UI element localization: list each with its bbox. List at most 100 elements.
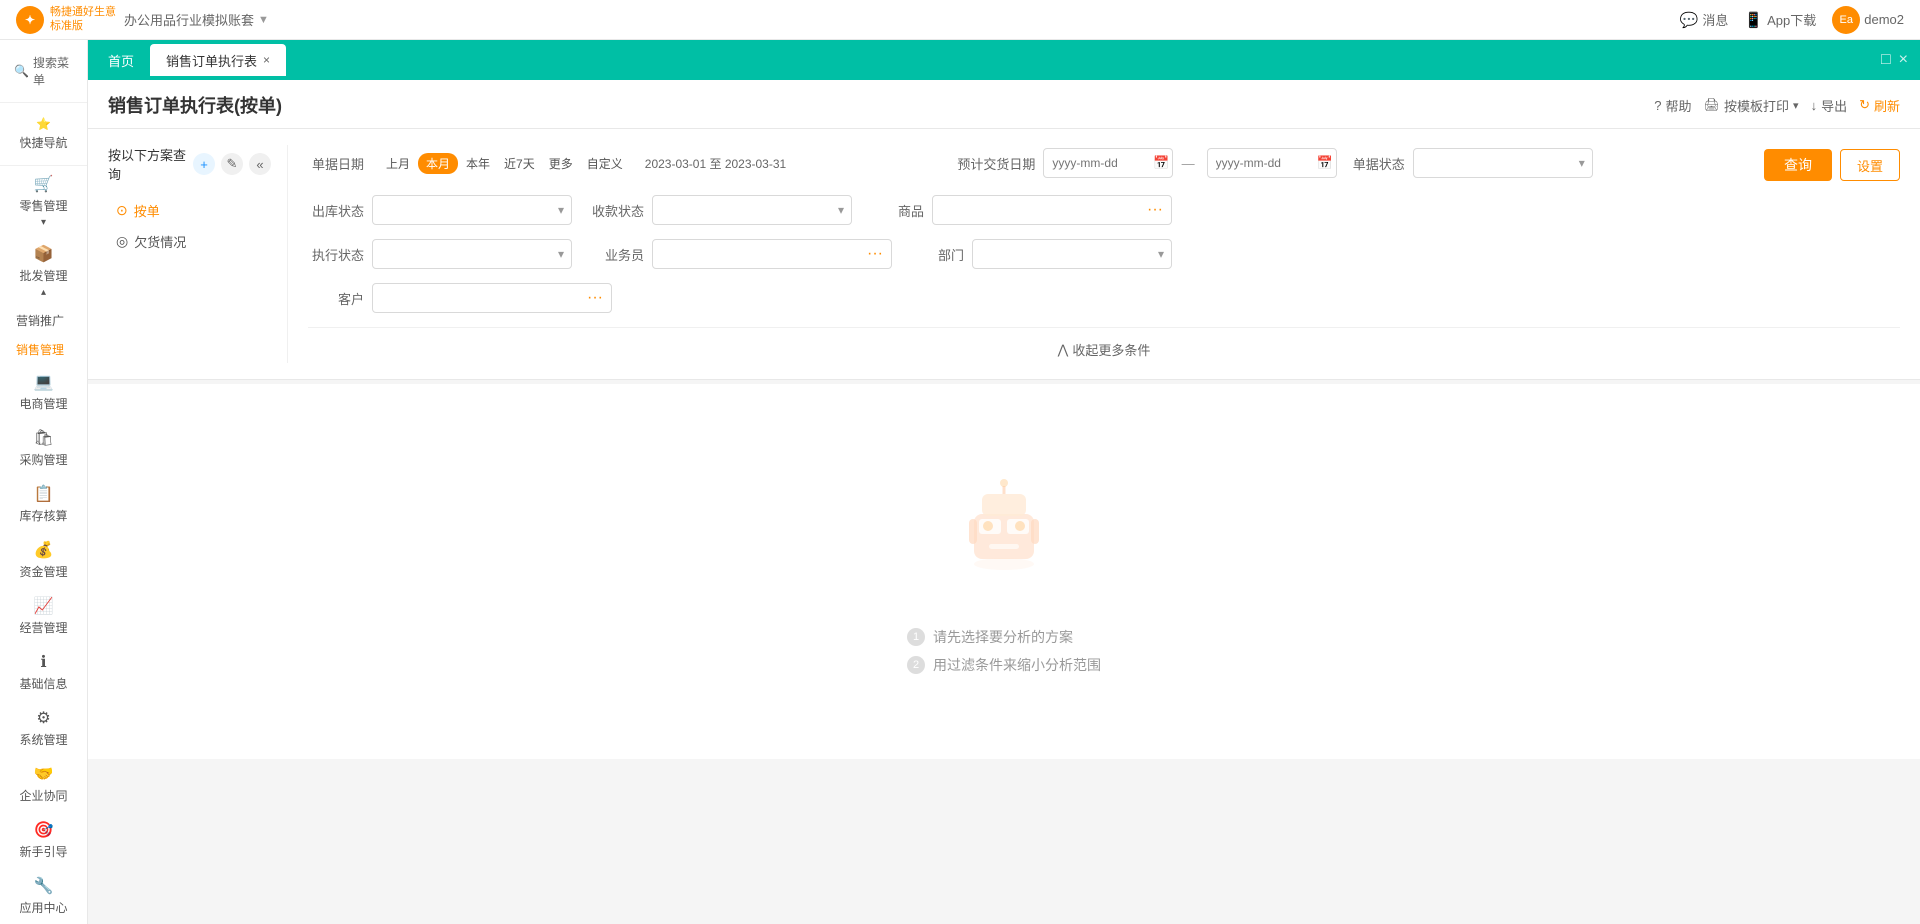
- export-btn[interactable]: ↓ 导出: [1811, 96, 1848, 115]
- sidebar-item-operations[interactable]: 📈 经营管理: [0, 588, 87, 644]
- add-scheme-btn[interactable]: +: [193, 153, 215, 175]
- sidebar-item-basic-info[interactable]: ℹ 基础信息: [0, 644, 87, 700]
- chevron-up-icon: ▴: [41, 287, 46, 298]
- exec-status-label: 执行状态: [308, 245, 364, 264]
- sidebar-item-marketing[interactable]: 营销推广: [0, 306, 87, 335]
- app-title-arrow[interactable]: ▼: [258, 14, 269, 26]
- empty-step-1: 1 请先选择要分析的方案: [907, 623, 1101, 651]
- inventory-icon: 📋: [34, 484, 54, 504]
- forecast-date-start[interactable]: [1043, 148, 1173, 178]
- search-icon: 🔍: [14, 64, 29, 78]
- quick-nav-btn[interactable]: ⭐ 快捷导航: [0, 109, 87, 159]
- forecast-date-field: 预计交货日期 📅 — 📅: [957, 148, 1332, 178]
- order-status-field: 单据状态 全部 ▾: [1349, 148, 1593, 178]
- edit-icon: ✎: [227, 156, 238, 172]
- print-btn[interactable]: 🖨 按模板打印 ▾: [1704, 96, 1799, 115]
- tab-home[interactable]: 首页: [92, 44, 150, 76]
- filter-row-1: 单据日期 上月 本月 本年 近7天 更多 自定义: [308, 145, 1900, 181]
- date-tab-more[interactable]: 更多: [543, 153, 579, 174]
- nav-items-list: 🛒 零售管理 ▾ 📦 批发管理 ▴ 营销推广 销售管理 💻 电商管理 🛍 采: [0, 166, 87, 924]
- add-icon: +: [200, 157, 208, 172]
- scheme-panel: 按以下方案查询 + ✎ «: [108, 145, 288, 363]
- sidebar-item-corp-collab[interactable]: 🤝 企业协同: [0, 756, 87, 812]
- ship-status-label: 出库状态: [308, 201, 364, 220]
- retail-icon: 🛒: [34, 174, 54, 194]
- logo-text: 畅捷通好生意 标准版: [50, 6, 116, 32]
- order-status-label: 单据状态: [1349, 154, 1405, 173]
- chevron-up-double-icon: ⋀: [1058, 342, 1069, 358]
- date-field: 单据日期 上月 本月 本年 近7天 更多 自定义: [308, 153, 629, 174]
- sidebar-item-finance[interactable]: 💰 资金管理: [0, 532, 87, 588]
- empty-steps: 1 请先选择要分析的方案 2 用过滤条件来缩小分析范围: [907, 623, 1101, 679]
- salesman-input-box[interactable]: ···: [652, 239, 892, 269]
- forecast-date-end[interactable]: [1207, 148, 1337, 178]
- collapse-more-btn[interactable]: ⋀ 收起更多条件: [308, 336, 1900, 363]
- date-tab-custom[interactable]: 自定义: [581, 153, 629, 174]
- refresh-btn[interactable]: ↻ 刷新: [1859, 96, 1900, 115]
- date-tab-this-year[interactable]: 本年: [460, 153, 496, 174]
- page-header-actions: ? 帮助 🖨 按模板打印 ▾ ↓ 导出 ↻: [1654, 96, 1900, 115]
- date-separator: —: [1182, 156, 1195, 171]
- filter-row-4: 客户 ···: [308, 283, 1900, 313]
- user-area[interactable]: Ea demo2: [1832, 6, 1904, 34]
- goods-dots-icon: ···: [1147, 201, 1163, 219]
- date-tab-7days[interactable]: 近7天: [498, 153, 541, 174]
- sidebar-item-app-center[interactable]: 🔧 应用中心: [0, 868, 87, 924]
- goods-input-box[interactable]: ···: [932, 195, 1172, 225]
- ship-status-select[interactable]: 全部: [372, 195, 572, 225]
- goods-field: 商品 ···: [868, 195, 1172, 225]
- minimize-window-btn[interactable]: □: [1881, 51, 1891, 69]
- sidebar-item-wholesale[interactable]: 📦 批发管理 ▴: [0, 236, 87, 306]
- scheme-title: 按以下方案查询: [108, 145, 193, 183]
- date-range-display: 2023-03-01 至 2023-03-31: [645, 155, 786, 172]
- scheme-item-shortage[interactable]: ◎ 欠货情况: [108, 226, 271, 257]
- customer-dots-icon: ···: [587, 289, 603, 307]
- exec-status-select[interactable]: 全部: [372, 239, 572, 269]
- sidebar-item-sales[interactable]: 销售管理: [0, 335, 87, 364]
- message-btn[interactable]: 💬 消息: [1680, 10, 1729, 29]
- sidebar-item-retail[interactable]: 🛒 零售管理 ▾: [0, 166, 87, 236]
- customer-input-box[interactable]: ···: [372, 283, 612, 313]
- query-button[interactable]: 查询: [1764, 149, 1832, 181]
- help-btn[interactable]: ? 帮助: [1654, 96, 1691, 115]
- step-num-1: 1: [907, 628, 925, 646]
- receipt-status-select[interactable]: 全部: [652, 195, 852, 225]
- step-num-2: 2: [907, 656, 925, 674]
- tab-close-btn[interactable]: ×: [263, 53, 270, 67]
- filter-panel: 按以下方案查询 + ✎ «: [88, 129, 1920, 380]
- close-window-btn[interactable]: ×: [1899, 51, 1908, 69]
- search-menu-btn[interactable]: 🔍 搜索菜单: [8, 50, 79, 92]
- scheme-circle-icon: ⊙: [116, 202, 128, 219]
- sidebar-item-ecommerce[interactable]: 💻 电商管理: [0, 364, 87, 420]
- settings-button[interactable]: 设置: [1840, 149, 1900, 181]
- order-status-select[interactable]: 全部: [1413, 148, 1593, 178]
- collapse-scheme-btn[interactable]: «: [249, 153, 271, 175]
- sidebar-item-inventory[interactable]: 📋 库存核算: [0, 476, 87, 532]
- quick-nav-icon: ⭐: [36, 117, 51, 131]
- print-arrow-icon: ▾: [1793, 99, 1799, 112]
- salesman-dots-icon: ···: [867, 245, 883, 263]
- app-download-btn[interactable]: 📱 App下载: [1744, 10, 1816, 29]
- date-tab-this-month[interactable]: 本月: [418, 153, 458, 174]
- filter-form: 单据日期 上月 本月 本年 近7天 更多 自定义: [288, 145, 1900, 363]
- message-icon: 💬: [1680, 11, 1699, 29]
- receipt-status-label: 收款状态: [588, 201, 644, 220]
- filter-layout: 按以下方案查询 + ✎ «: [108, 145, 1900, 363]
- scheme-item-by-order[interactable]: ⊙ 按单: [108, 195, 271, 226]
- receipt-status-select-wrap: 全部 ▾: [652, 195, 852, 225]
- forecast-date-label: 预计交货日期: [957, 154, 1035, 173]
- sidebar-item-guide[interactable]: 🎯 新手引导: [0, 812, 87, 868]
- dept-select[interactable]: 全部: [972, 239, 1172, 269]
- edit-scheme-btn[interactable]: ✎: [221, 153, 243, 175]
- dept-field: 部门 全部 ▾: [908, 239, 1172, 269]
- scheme-header: 按以下方案查询 + ✎ «: [108, 145, 271, 183]
- filter-row-2: 出库状态 全部 ▾ 收款状态: [308, 195, 1900, 225]
- sidebar-item-system[interactable]: ⚙ 系统管理: [0, 700, 87, 756]
- app-title-area[interactable]: 办公用品行业模拟账套 ▼: [124, 10, 269, 29]
- sidebar-item-purchase[interactable]: 🛍 采购管理: [0, 420, 87, 476]
- sidebar: 🔍 搜索菜单 ⭐ 快捷导航 🛒 零售管理 ▾ 📦 批发管理 ▴ 营销推广: [0, 40, 88, 924]
- date-tab-last-month[interactable]: 上月: [380, 153, 416, 174]
- exec-status-field: 执行状态 全部 ▾: [308, 239, 572, 269]
- ship-status-field: 出库状态 全部 ▾: [308, 195, 572, 225]
- tab-active[interactable]: 销售订单执行表 ×: [150, 44, 286, 76]
